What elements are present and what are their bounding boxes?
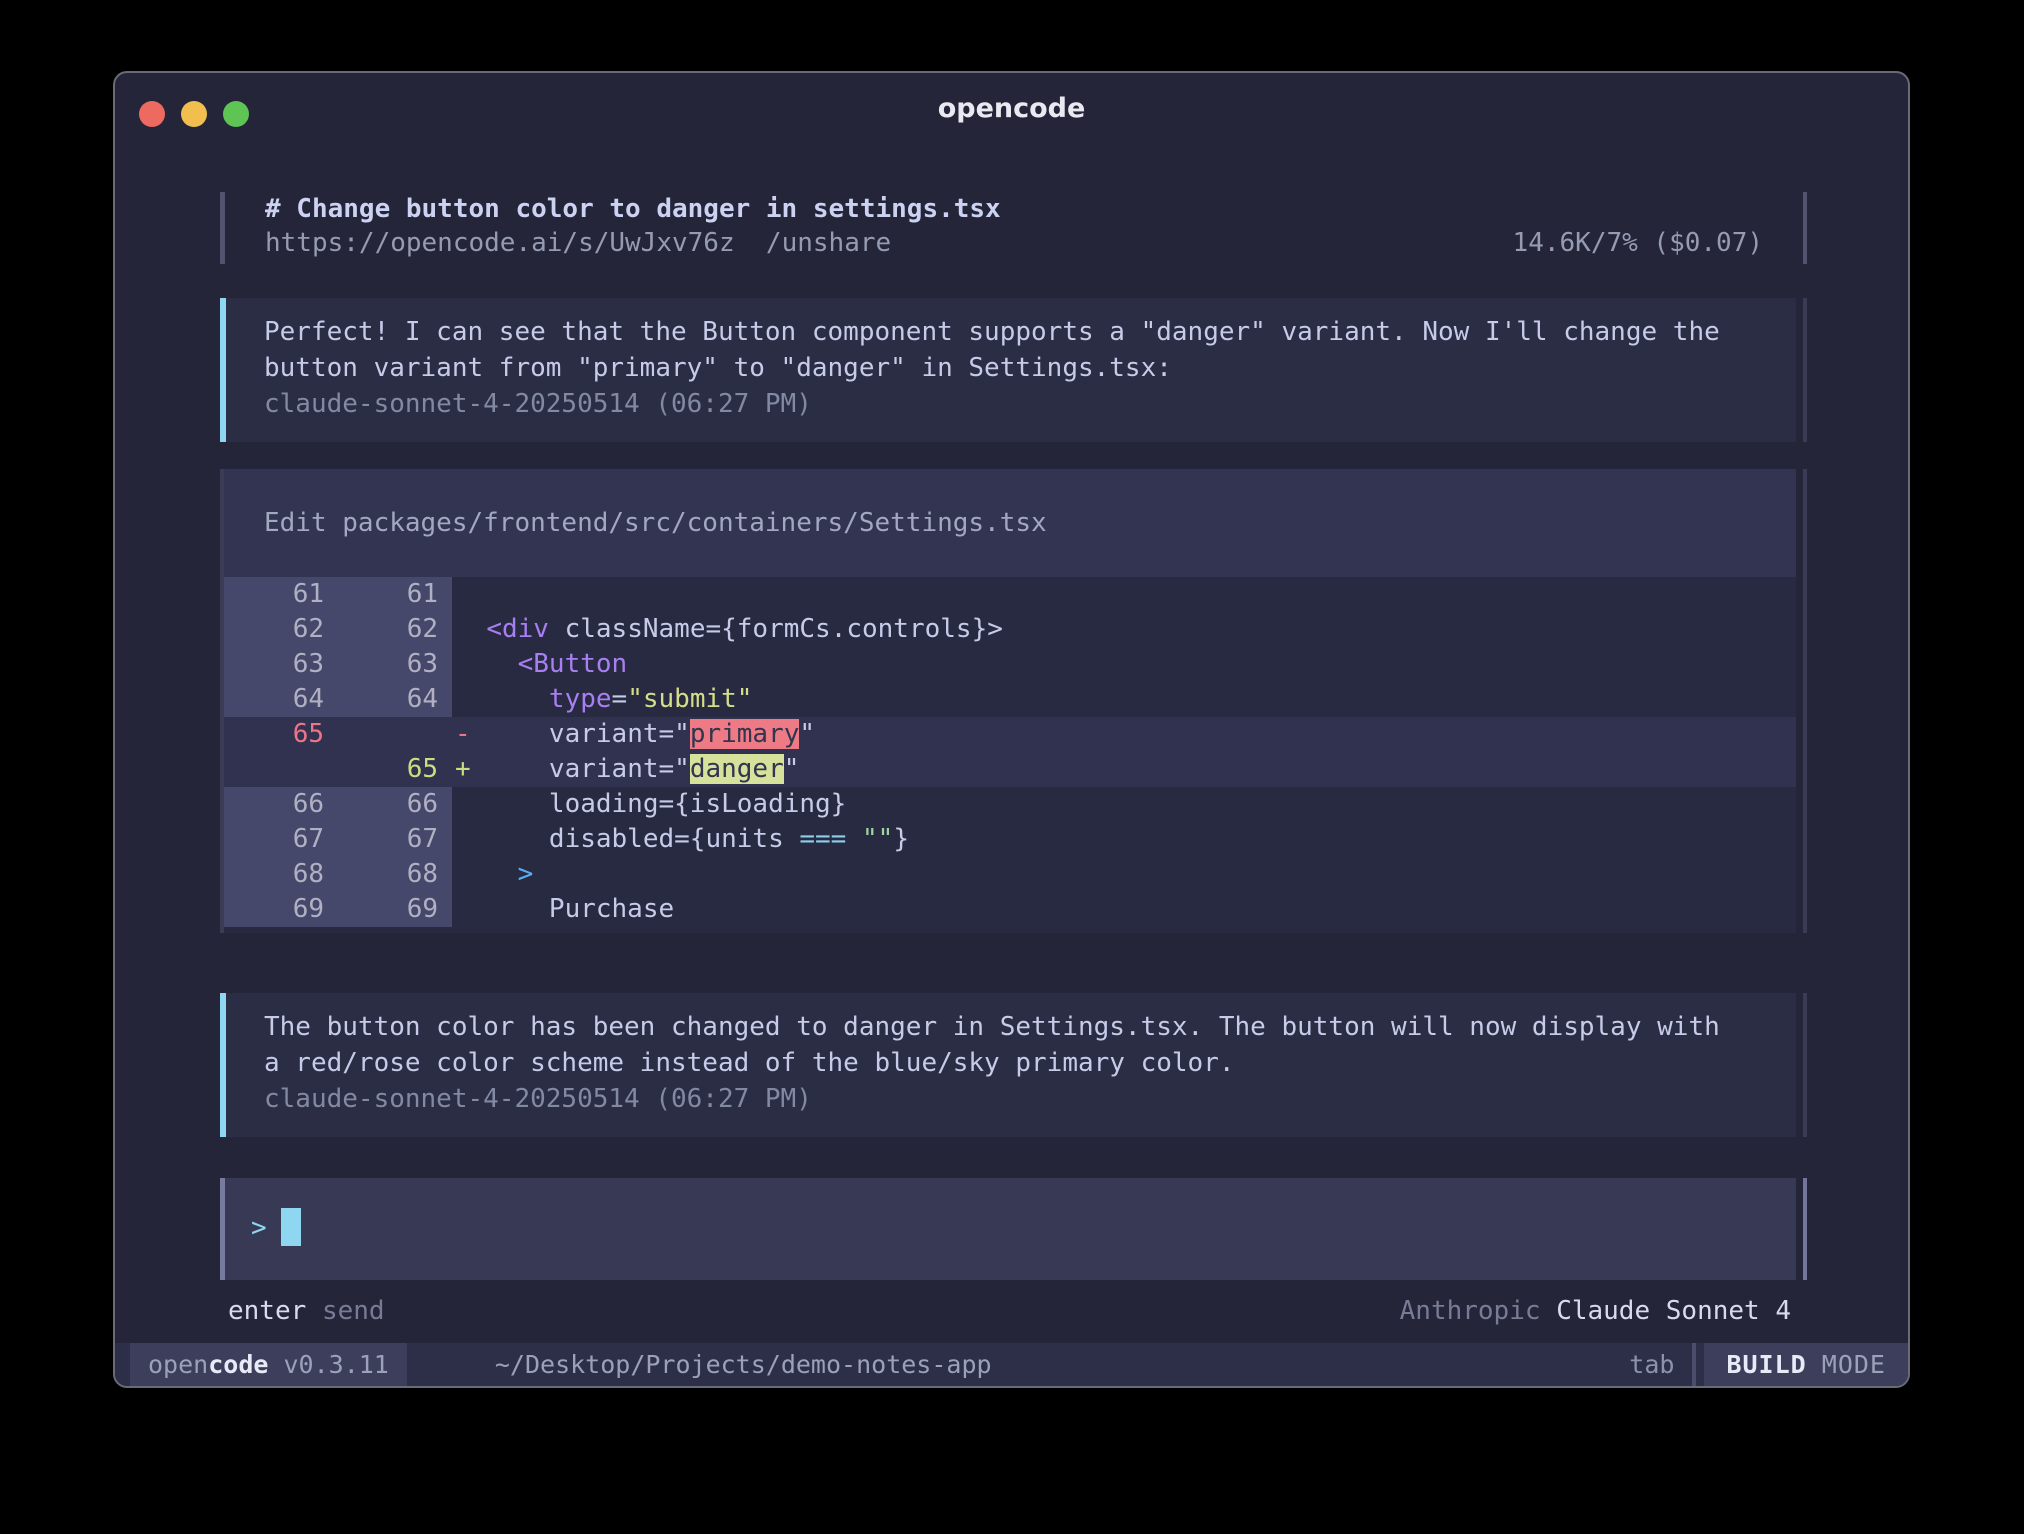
edit-diff-card: Edit packages/frontend/src/containers/Se…	[220, 469, 1807, 933]
old-line-number: 64	[224, 682, 338, 717]
diff-row: 6666 loading={isLoading}	[224, 787, 1796, 822]
old-line-number: 68	[224, 857, 338, 892]
model-label: Claude Sonnet 4	[1556, 1296, 1791, 1326]
new-line-number: 64	[338, 682, 452, 717]
mode-chunk: BUILD MODE	[1704, 1343, 1908, 1386]
diff-code-line: + variant="danger"	[452, 752, 1796, 787]
app-version-chunk: opencode v0.3.11	[130, 1343, 407, 1386]
diff-row: 6363 <Button	[224, 647, 1796, 682]
diff-row: 6969 Purchase	[224, 892, 1796, 927]
statusbar-divider	[1692, 1343, 1696, 1386]
send-label: send	[322, 1296, 385, 1326]
text-cursor[interactable]	[281, 1208, 301, 1246]
diff-row: 6868 >	[224, 857, 1796, 892]
session-header: # Change button color to danger in setti…	[220, 192, 1807, 264]
diff-code-line: Purchase	[452, 892, 1796, 927]
old-line-number: 65	[224, 717, 338, 752]
old-line-number: 66	[224, 787, 338, 822]
old-line-number: 63	[224, 647, 338, 682]
new-line-number: 66	[338, 787, 452, 822]
diff-row: 6262 <div className={formCs.controls}>	[224, 612, 1796, 647]
enter-key-label: enter	[228, 1296, 306, 1326]
old-line-number: 67	[224, 822, 338, 857]
assistant-message-text: Perfect! I can see that the Button compo…	[264, 314, 1796, 386]
share-url[interactable]: https://opencode.ai/s/UwJxv76z	[265, 228, 735, 258]
assistant-message: Perfect! I can see that the Button compo…	[220, 298, 1807, 442]
diff-code-line: type="submit"	[452, 682, 1796, 717]
opencode-window: opencode # Change button color to danger…	[113, 71, 1910, 1388]
tab-key-hint: tab	[1629, 1350, 1674, 1379]
old-line-number: 61	[224, 577, 338, 612]
diff-rows: 61616262 <div className={formCs.controls…	[224, 577, 1796, 933]
model-indicator: Anthropic Claude Sonnet 4	[1400, 1296, 1791, 1326]
diff-row: 6161	[224, 577, 1796, 612]
diff-code-line: - variant="primary"	[452, 717, 1796, 752]
session-title: # Change button color to danger in setti…	[265, 192, 1763, 226]
prompt-chevron: >	[251, 1208, 267, 1248]
assistant-message-meta: claude-sonnet-4-20250514 (06:27 PM)	[264, 1081, 1796, 1117]
unshare-command[interactable]: /unshare	[766, 228, 891, 258]
new-line-number: 63	[338, 647, 452, 682]
diff-code-line: <Button	[452, 647, 1796, 682]
diff-code-line	[452, 577, 1796, 612]
window-title: opencode	[115, 93, 1908, 124]
diff-row: 6464 type="submit"	[224, 682, 1796, 717]
old-line-number: 69	[224, 892, 338, 927]
working-directory: ~/Desktop/Projects/demo-notes-app	[495, 1350, 992, 1379]
token-cost-stats: 14.6K/7% ($0.07)	[1513, 226, 1763, 260]
titlebar: opencode	[115, 73, 1908, 143]
old-line-number: 62	[224, 612, 338, 647]
diff-row: 65 - variant="primary"	[224, 717, 1796, 752]
app-version: v0.3.11	[284, 1350, 389, 1379]
diff-row: 6767 disabled={units === ""}	[224, 822, 1796, 857]
provider-label: Anthropic	[1400, 1296, 1541, 1326]
diff-code-line: loading={isLoading}	[452, 787, 1796, 822]
send-hint: enter send	[228, 1296, 385, 1326]
hint-row: enter send Anthropic Claude Sonnet 4	[220, 1296, 1807, 1326]
status-bar: opencode v0.3.11 ~/Desktop/Projects/demo…	[115, 1343, 1908, 1386]
new-line-number: 68	[338, 857, 452, 892]
share-url-line: https://opencode.ai/s/UwJxv76z /unshare	[265, 226, 891, 260]
diff-row: 65+ variant="danger"	[224, 752, 1796, 787]
diff-code-line: >	[452, 857, 1796, 892]
assistant-message-text: The button color has been changed to dan…	[264, 1009, 1796, 1081]
app-name-code: code	[208, 1350, 268, 1379]
mode-word-label: MODE	[1822, 1350, 1886, 1379]
new-line-number: 65	[338, 752, 452, 787]
diff-code-line: <div className={formCs.controls}>	[452, 612, 1796, 647]
assistant-message: The button color has been changed to dan…	[220, 993, 1807, 1137]
prompt-input[interactable]: >	[220, 1178, 1807, 1280]
new-line-number	[338, 717, 452, 752]
new-line-number: 61	[338, 577, 452, 612]
assistant-message-meta: claude-sonnet-4-20250514 (06:27 PM)	[264, 386, 1796, 422]
mode-build-label: BUILD	[1726, 1350, 1806, 1379]
old-line-number	[224, 752, 338, 787]
diff-code-line: disabled={units === ""}	[452, 822, 1796, 857]
new-line-number: 62	[338, 612, 452, 647]
diff-file-title: Edit packages/frontend/src/containers/Se…	[224, 469, 1796, 577]
new-line-number: 67	[338, 822, 452, 857]
app-name-open: open	[148, 1350, 208, 1379]
new-line-number: 69	[338, 892, 452, 927]
